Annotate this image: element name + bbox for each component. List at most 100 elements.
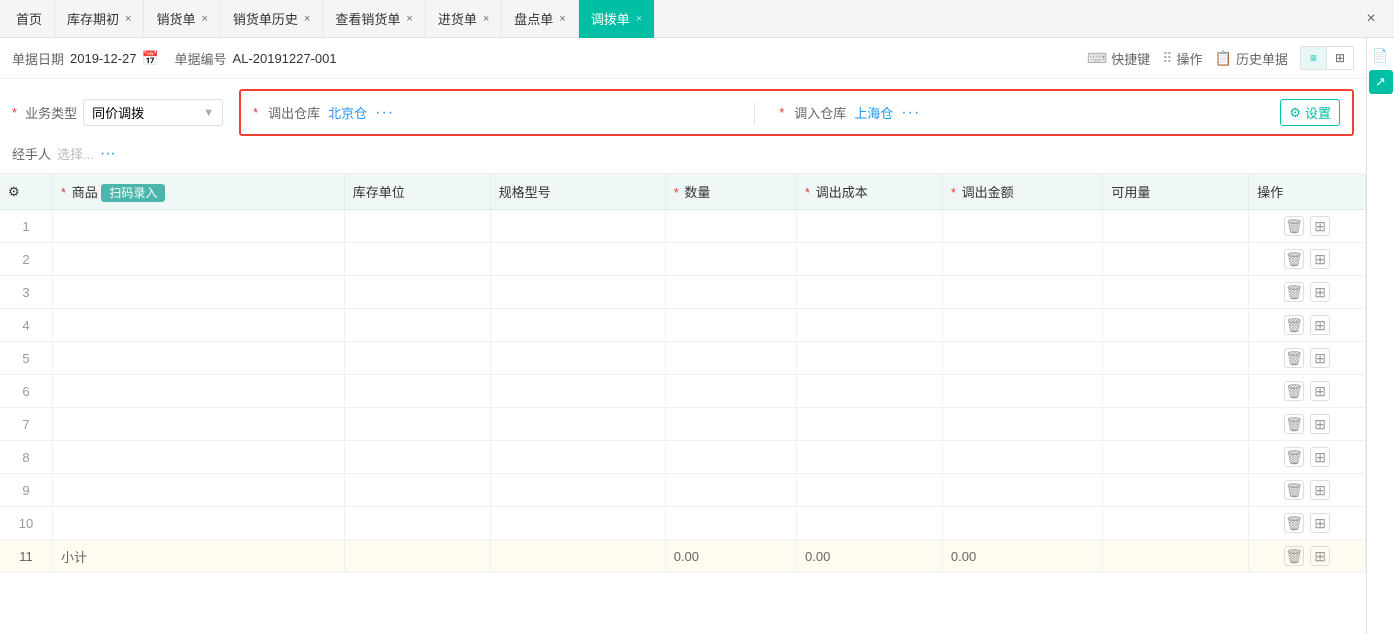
unit-cell[interactable] <box>344 474 490 507</box>
copy-icon[interactable]: ⊞ <box>1310 414 1330 434</box>
amount-cell[interactable] <box>942 243 1102 276</box>
amount-cell[interactable] <box>942 210 1102 243</box>
cost-cell[interactable] <box>797 441 943 474</box>
handler-input[interactable]: 选择... <box>57 144 94 163</box>
available-cell[interactable] <box>1103 375 1249 408</box>
out-warehouse-value[interactable]: 北京仓 <box>328 103 367 122</box>
qty-cell[interactable] <box>665 441 796 474</box>
spec-cell[interactable] <box>490 441 665 474</box>
tab-inventory-init[interactable]: 库存期初 × <box>55 0 144 38</box>
scan-input-button[interactable]: 扫码录入 <box>101 184 165 202</box>
amount-cell[interactable] <box>942 474 1102 507</box>
goods-cell[interactable] <box>53 309 345 342</box>
delete-icon[interactable]: 🗑 <box>1284 447 1304 467</box>
settings-button[interactable]: ⚙ 设置 <box>1280 99 1340 126</box>
delete-icon[interactable]: 🗑 <box>1284 282 1304 302</box>
spec-cell[interactable] <box>490 375 665 408</box>
tab-close[interactable]: × <box>304 13 310 25</box>
tab-view-sales[interactable]: 查看销货单 × <box>323 0 425 38</box>
grid-view-button[interactable]: ⊞ <box>1327 47 1353 69</box>
copy-icon[interactable]: ⊞ <box>1310 216 1330 236</box>
tab-close[interactable]: × <box>201 13 207 25</box>
spec-cell[interactable] <box>490 276 665 309</box>
spec-cell[interactable] <box>490 210 665 243</box>
goods-cell[interactable] <box>53 507 345 540</box>
qty-cell[interactable] <box>665 243 796 276</box>
available-cell[interactable] <box>1103 243 1249 276</box>
cost-cell[interactable] <box>797 243 943 276</box>
available-cell[interactable] <box>1103 210 1249 243</box>
delete-icon[interactable]: 🗑 <box>1284 480 1304 500</box>
delete-icon[interactable]: 🗑 <box>1284 513 1304 533</box>
amount-cell[interactable] <box>942 507 1102 540</box>
goods-cell[interactable] <box>53 474 345 507</box>
goods-cell[interactable] <box>53 441 345 474</box>
list-view-button[interactable]: ≡ <box>1301 47 1327 69</box>
unit-cell[interactable] <box>344 408 490 441</box>
tab-purchase[interactable]: 进货单 × <box>426 0 502 38</box>
goods-cell[interactable] <box>53 408 345 441</box>
available-cell[interactable] <box>1103 408 1249 441</box>
copy-icon[interactable]: ⊞ <box>1310 249 1330 269</box>
cost-cell[interactable] <box>797 408 943 441</box>
unit-cell[interactable] <box>344 375 490 408</box>
spec-cell[interactable] <box>490 408 665 441</box>
calendar-icon[interactable]: 📅 <box>143 50 159 66</box>
amount-cell[interactable] <box>942 276 1102 309</box>
available-cell[interactable] <box>1103 474 1249 507</box>
available-cell[interactable] <box>1103 309 1249 342</box>
tab-sales-history[interactable]: 销货单历史 × <box>221 0 323 38</box>
delete-icon[interactable]: 🗑 <box>1284 381 1304 401</box>
copy-icon[interactable]: ⊞ <box>1310 282 1330 302</box>
goods-cell[interactable] <box>53 243 345 276</box>
spec-cell[interactable] <box>490 342 665 375</box>
tab-close[interactable]: × <box>483 13 489 25</box>
operation-button[interactable]: ⠿ 操作 <box>1162 49 1202 68</box>
sidebar-doc-icon[interactable]: 📄 <box>1369 44 1393 68</box>
unit-cell[interactable] <box>344 276 490 309</box>
spec-cell[interactable] <box>490 474 665 507</box>
tab-close[interactable]: × <box>636 13 642 25</box>
amount-cell[interactable] <box>942 408 1102 441</box>
amount-cell[interactable] <box>942 309 1102 342</box>
in-warehouse-more-button[interactable]: ··· <box>901 104 920 122</box>
qty-cell[interactable] <box>665 375 796 408</box>
tab-stocktake[interactable]: 盘点单 × <box>502 0 578 38</box>
cost-cell[interactable] <box>797 342 943 375</box>
copy-icon[interactable]: ⊞ <box>1310 348 1330 368</box>
available-cell[interactable] <box>1103 507 1249 540</box>
window-close-button[interactable]: × <box>1352 0 1390 38</box>
cost-cell[interactable] <box>797 309 943 342</box>
history-button[interactable]: 📋 历史单据 <box>1215 49 1288 68</box>
tab-sales-order[interactable]: 销货单 × <box>144 0 220 38</box>
available-cell[interactable] <box>1103 276 1249 309</box>
spec-cell[interactable] <box>490 243 665 276</box>
unit-cell[interactable] <box>344 507 490 540</box>
tab-close[interactable]: × <box>559 13 565 25</box>
tab-close[interactable]: × <box>406 13 412 25</box>
in-warehouse-value[interactable]: 上海仓 <box>854 103 893 122</box>
unit-cell[interactable] <box>344 441 490 474</box>
tab-transfer[interactable]: 调拨单 × <box>579 0 655 38</box>
copy-icon[interactable]: ⊞ <box>1310 480 1330 500</box>
biz-type-select[interactable]: 同价调拨 ▼ <box>83 99 223 126</box>
qty-cell[interactable] <box>665 276 796 309</box>
out-warehouse-more-button[interactable]: ··· <box>375 104 394 122</box>
delete-icon[interactable]: 🗑 <box>1284 348 1304 368</box>
delete-icon[interactable]: 🗑 <box>1284 216 1304 236</box>
qty-cell[interactable] <box>665 474 796 507</box>
available-cell[interactable] <box>1103 441 1249 474</box>
cost-cell[interactable] <box>797 210 943 243</box>
goods-cell[interactable] <box>53 210 345 243</box>
tab-close[interactable]: × <box>125 13 131 25</box>
spec-cell[interactable] <box>490 507 665 540</box>
delete-icon[interactable]: 🗑 <box>1284 414 1304 434</box>
handler-more-button[interactable]: ··· <box>100 145 116 163</box>
copy-icon[interactable]: ⊞ <box>1310 447 1330 467</box>
copy-icon[interactable]: ⊞ <box>1310 315 1330 335</box>
amount-cell[interactable] <box>942 441 1102 474</box>
goods-cell[interactable] <box>53 276 345 309</box>
copy-icon[interactable]: ⊞ <box>1310 513 1330 533</box>
cost-cell[interactable] <box>797 276 943 309</box>
cost-cell[interactable] <box>797 474 943 507</box>
